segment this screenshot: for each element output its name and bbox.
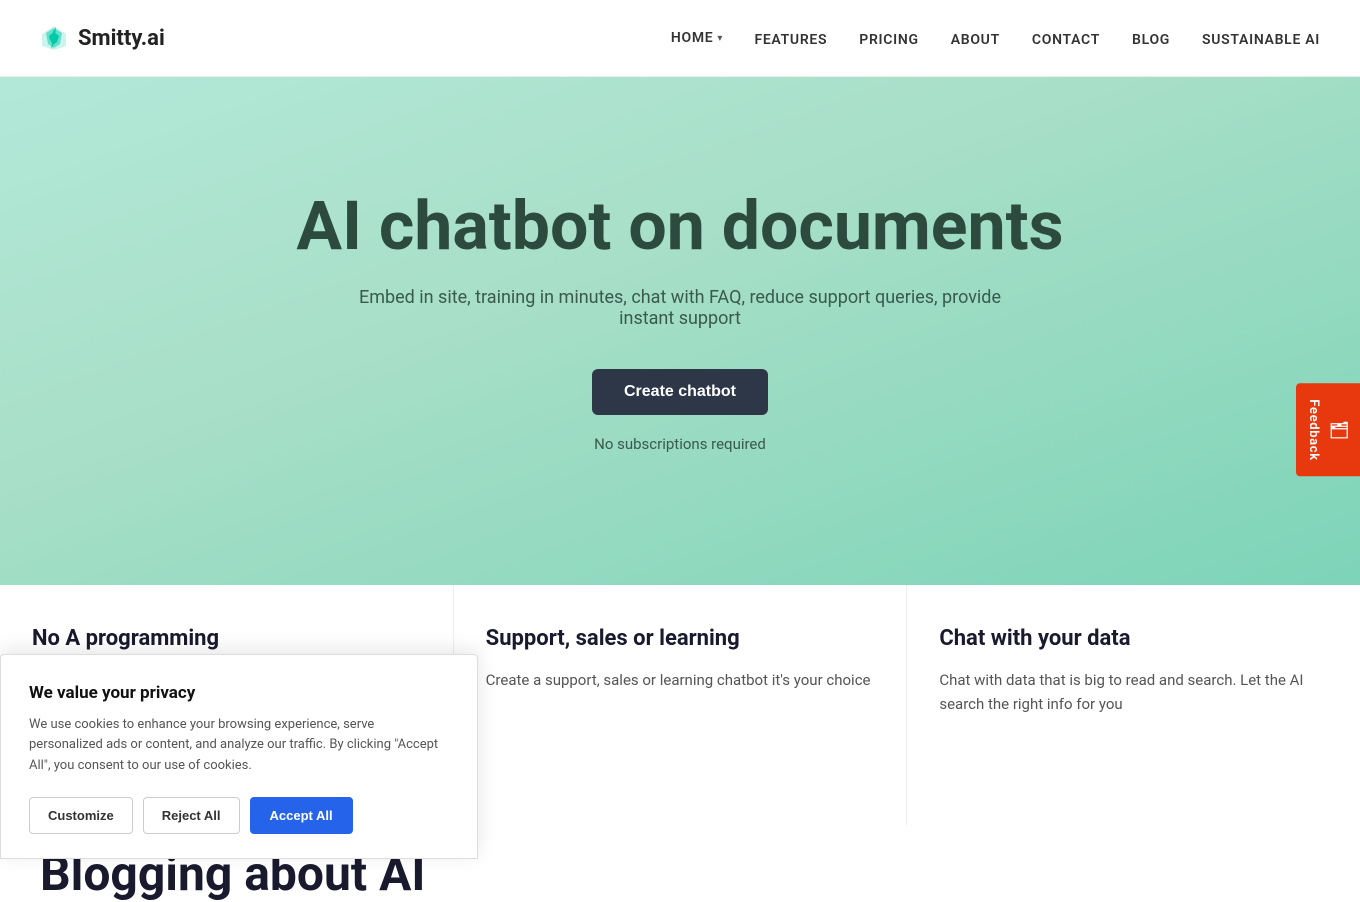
reject-all-button[interactable]: Reject All (143, 797, 240, 834)
nav-contact-link[interactable]: CONTACT (1032, 32, 1100, 48)
cookie-buttons: Customize Reject All Accept All (29, 797, 449, 834)
logo-icon (40, 24, 68, 52)
nav-sustainable-ai[interactable]: SUSTAINABLE AI (1202, 29, 1320, 48)
accept-all-button[interactable]: Accept All (250, 797, 353, 834)
feature-chat-data-title: Chat with your data (939, 625, 1328, 654)
feature-card-chat-data: Chat with your data Chat with data that … (907, 585, 1360, 825)
nav-features[interactable]: FEATURES (754, 29, 827, 48)
customize-button[interactable]: Customize (29, 797, 133, 834)
nav-features-link[interactable]: FEATURES (754, 32, 827, 48)
feedback-label: Feedback (1306, 399, 1321, 460)
chevron-down-icon: ▾ (717, 33, 722, 44)
nav-about-link[interactable]: ABOUT (951, 32, 1000, 48)
hero-title: AI chatbot on documents (296, 189, 1063, 264)
cookie-title: We value your privacy (29, 683, 449, 703)
no-subscription-text: No subscriptions required (594, 435, 766, 453)
nav-home[interactable]: HOME ▾ (671, 30, 723, 46)
nav-contact[interactable]: CONTACT (1032, 29, 1100, 48)
create-chatbot-button[interactable]: Create chatbot (592, 369, 768, 415)
cookie-banner: We value your privacy We use cookies to … (0, 654, 478, 859)
logo-text: Smitty.ai (78, 26, 165, 51)
nav-blog-link[interactable]: BLOG (1132, 32, 1170, 48)
hero-section: AI chatbot on documents Embed in site, t… (0, 77, 1360, 585)
nav-pricing[interactable]: PRICING (859, 29, 918, 48)
feature-card-support: Support, sales or learning Create a supp… (454, 585, 908, 825)
feedback-icon: 🗂 (1329, 420, 1350, 439)
feedback-tab[interactable]: 🗂 Feedback (1296, 383, 1360, 476)
nav-blog[interactable]: BLOG (1132, 29, 1170, 48)
logo-link[interactable]: Smitty.ai (40, 24, 165, 52)
nav-pricing-link[interactable]: PRICING (859, 32, 918, 48)
nav-links: HOME ▾ FEATURES PRICING ABOUT CONTACT BL… (671, 29, 1320, 48)
feature-support-title: Support, sales or learning (486, 625, 875, 654)
navbar: Smitty.ai HOME ▾ FEATURES PRICING ABOUT … (0, 0, 1360, 77)
nav-home-link[interactable]: HOME (671, 30, 714, 46)
nav-sustainable-ai-link[interactable]: SUSTAINABLE AI (1202, 32, 1320, 48)
cookie-body: We use cookies to enhance your browsing … (29, 715, 449, 777)
nav-about[interactable]: ABOUT (951, 29, 1000, 48)
feature-programming-title: No A programming (32, 625, 421, 654)
hero-subtitle: Embed in site, training in minutes, chat… (340, 287, 1020, 329)
feature-chat-data-body: Chat with data that is big to read and s… (939, 668, 1328, 716)
feature-support-body: Create a support, sales or learning chat… (486, 668, 875, 692)
